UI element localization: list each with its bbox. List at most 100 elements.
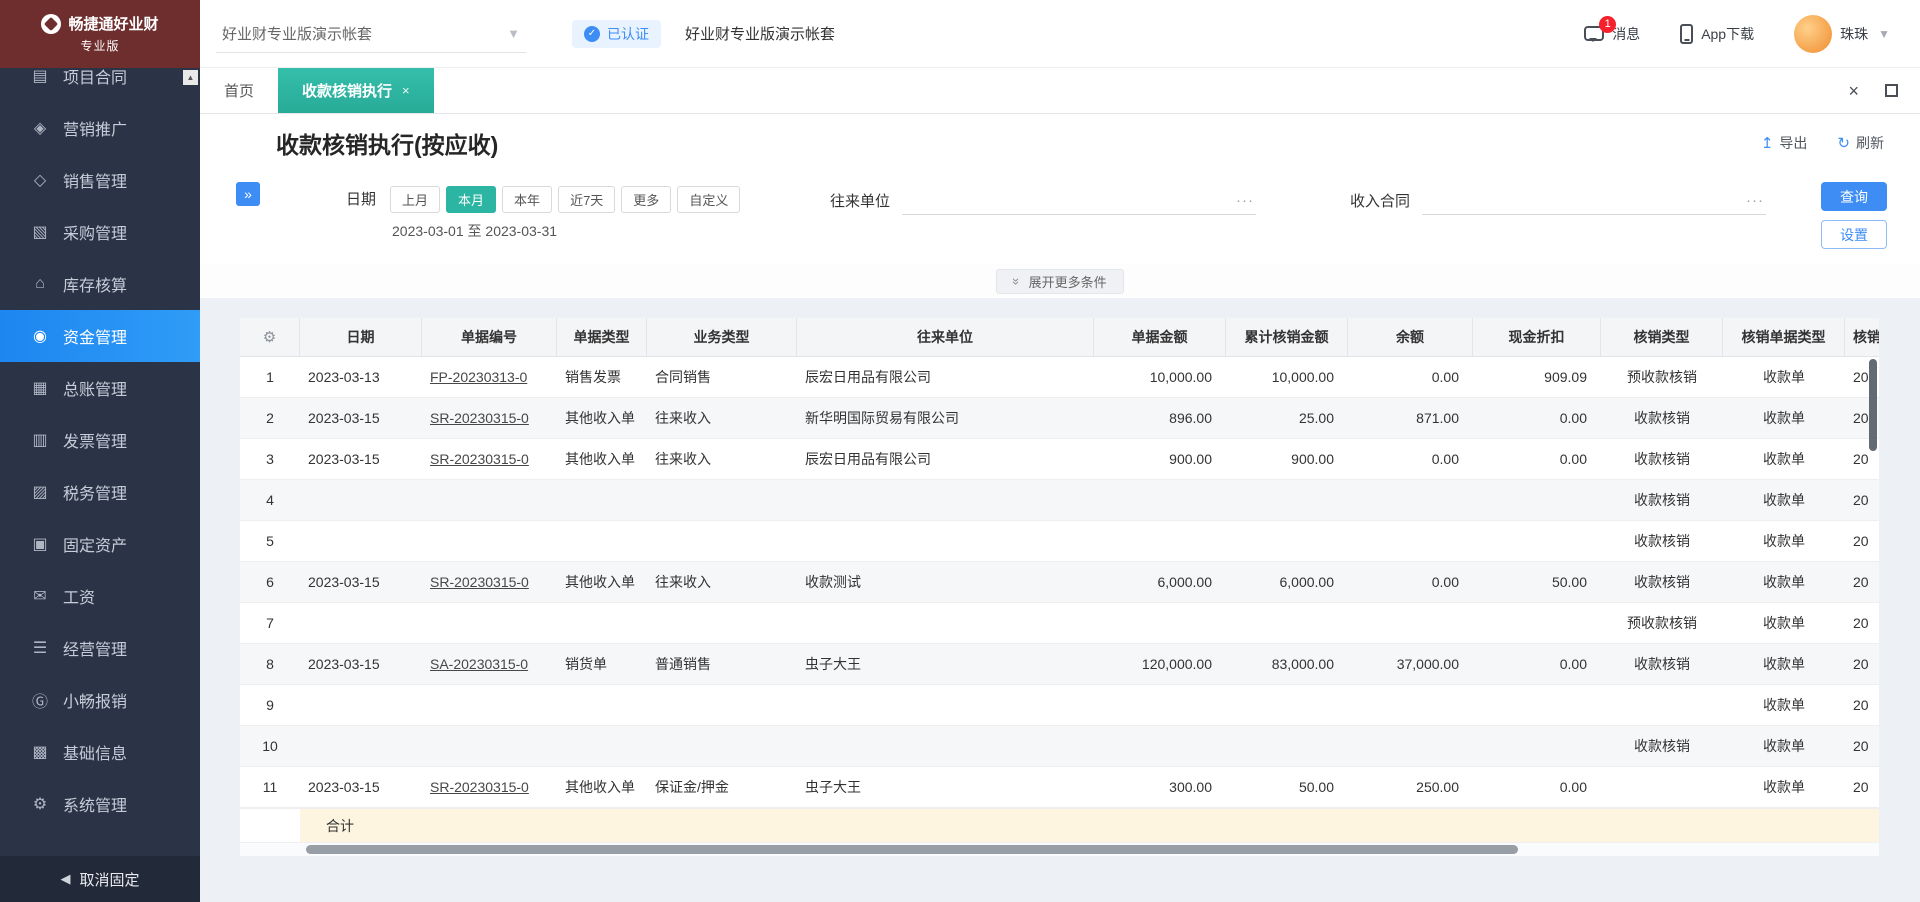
phone-icon (1680, 24, 1693, 44)
cell-wo_type: 收款核销 (1601, 439, 1723, 479)
sidebar-item-general-ledger[interactable]: ▦总账管理 (0, 362, 200, 414)
doc-number-link[interactable]: SA-20230315-0 (430, 656, 528, 672)
column-header[interactable]: 日期 (300, 318, 422, 356)
table-row[interactable]: 7预收款核销收款单20 (240, 603, 1879, 644)
partner-input[interactable]: ··· (902, 188, 1256, 215)
doc-number-link[interactable]: FP-20230313-0 (430, 369, 527, 385)
sidebar-item-operations[interactable]: ☰经营管理 (0, 622, 200, 674)
contract-input[interactable]: ··· (1422, 188, 1766, 215)
sidebar-item-system[interactable]: ⚙系统管理 (0, 778, 200, 830)
table-row[interactable]: 9收款单20 (240, 685, 1879, 726)
sidebar-item-fixed-assets[interactable]: ▣固定资产 (0, 518, 200, 570)
collapse-filters-button[interactable]: » (236, 182, 260, 206)
sidebar-item-sales[interactable]: ◇销售管理 (0, 154, 200, 206)
cell-wo_doc_type: 收款单 (1723, 562, 1845, 602)
date-range-value[interactable]: 2023-03-01 至 2023-03-31 (390, 221, 740, 241)
sidebar-item-expense[interactable]: Ⓖ小畅报销 (0, 674, 200, 726)
cell-extra: 20 (1845, 685, 1879, 725)
maximize-icon[interactable] (1885, 84, 1898, 97)
sales-icon: ◇ (30, 170, 50, 190)
doc-number-link[interactable]: SR-20230315-0 (430, 779, 529, 795)
avatar (1794, 15, 1832, 53)
table-row[interactable]: 112023-03-15SR-20230315-0其他收入单保证金/押金虫子大王… (240, 767, 1879, 808)
cell-balance (1348, 480, 1473, 520)
sidebar-item-tax[interactable]: ▨税务管理 (0, 466, 200, 518)
column-header[interactable]: 单据金额 (1094, 318, 1226, 356)
horizontal-scrollbar[interactable] (240, 842, 1879, 856)
export-button[interactable]: ↥ 导出 (1761, 133, 1808, 153)
date-option-近7天[interactable]: 近7天 (558, 186, 615, 213)
column-header[interactable]: 核销 (1845, 318, 1879, 356)
refresh-label: 刷新 (1856, 133, 1884, 153)
sidebar-item-inventory[interactable]: ⌂库存核算 (0, 258, 200, 310)
sidebar-item-base-info[interactable]: ▩基础信息 (0, 726, 200, 778)
contract-filter-label: 收入合同 (1350, 188, 1410, 215)
tab-receipt-writeoff[interactable]: 收款核销执行 × (278, 68, 434, 113)
query-button[interactable]: 查询 (1821, 182, 1887, 211)
table-row[interactable]: 62023-03-15SR-20230315-0其他收入单往来收入收款测试6,0… (240, 562, 1879, 603)
tab-home[interactable]: 首页 (200, 68, 278, 113)
doc-number-link[interactable]: SR-20230315-0 (430, 451, 529, 467)
cell-amount: 120,000.00 (1094, 644, 1226, 684)
refresh-button[interactable]: ↻ 刷新 (1837, 133, 1884, 153)
app-download-button[interactable]: App下载 (1680, 24, 1754, 44)
column-header[interactable]: 核销单据类型 (1723, 318, 1845, 356)
column-header[interactable]: 现金折扣 (1473, 318, 1601, 356)
cell-written_off: 50.00 (1226, 767, 1348, 807)
column-header[interactable]: 核销类型 (1601, 318, 1723, 356)
expand-more-button[interactable]: » 展开更多条件 (996, 269, 1123, 294)
ellipsis-icon[interactable]: ··· (1236, 192, 1254, 209)
sidebar-item-purchase[interactable]: ▧采购管理 (0, 206, 200, 258)
date-option-自定义[interactable]: 自定义 (677, 186, 740, 213)
date-option-上月[interactable]: 上月 (390, 186, 440, 213)
column-header[interactable]: 单据类型 (557, 318, 647, 356)
table-row[interactable]: 82023-03-15SA-20230315-0销货单普通销售虫子大王120,0… (240, 644, 1879, 685)
column-header[interactable]: 累计核销金额 (1226, 318, 1348, 356)
table-row[interactable]: 22023-03-15SR-20230315-0其他收入单往来收入新华明国际贸易… (240, 398, 1879, 439)
ellipsis-icon[interactable]: ··· (1746, 192, 1764, 209)
horizontal-scrollbar-thumb[interactable] (306, 845, 1518, 854)
vertical-scrollbar-thumb[interactable] (1869, 359, 1877, 451)
cell-written_off: 6,000.00 (1226, 562, 1348, 602)
account-set-select[interactable]: 好业财专业版演示帐套 ▼ (216, 15, 526, 53)
column-header[interactable]: 往来单位 (797, 318, 1094, 356)
doc-number-link[interactable]: SR-20230315-0 (430, 410, 529, 426)
column-header[interactable]: 业务类型 (647, 318, 797, 356)
date-option-本年[interactable]: 本年 (502, 186, 552, 213)
doc-number-link[interactable]: SR-20230315-0 (430, 574, 529, 590)
sidebar-item-funds[interactable]: ◉资金管理 (0, 310, 200, 362)
table-row[interactable]: 4收款核销收款单20 (240, 480, 1879, 521)
gear-icon[interactable]: ⚙ (248, 318, 291, 356)
messages-button[interactable]: 1 消息 (1584, 24, 1640, 44)
cell-wo_type: 收款核销 (1601, 398, 1723, 438)
sidebar-item-project-contract[interactable]: ▤项目合同 (0, 68, 200, 102)
export-icon: ↥ (1761, 134, 1774, 152)
sidebar-item-marketing[interactable]: ◈营销推广 (0, 102, 200, 154)
table-row[interactable]: 12023-03-13FP-20230313-0销售发票合同销售辰宏日用品有限公… (240, 357, 1879, 398)
cell-written_off (1226, 521, 1348, 561)
date-filter-label: 日期 (346, 186, 376, 241)
column-header[interactable]: 单据编号 (422, 318, 557, 356)
settings-button[interactable]: 设置 (1821, 220, 1887, 249)
unpin-button[interactable]: ◀ 取消固定 (0, 856, 200, 902)
cell-balance (1348, 726, 1473, 766)
table-row[interactable]: 32023-03-15SR-20230315-0其他收入单往来收入辰宏日用品有限… (240, 439, 1879, 480)
sidebar-item-invoice[interactable]: ▥发票管理 (0, 414, 200, 466)
sidebar-scroll-up-icon[interactable]: ▲ (183, 70, 198, 85)
table-row[interactable]: 5收款核销收款单20 (240, 521, 1879, 562)
cell-written_off (1226, 480, 1348, 520)
cell-wo_type: 收款核销 (1601, 726, 1723, 766)
cell-wo_type (1601, 685, 1723, 725)
user-menu[interactable]: 珠珠 ▼ (1794, 15, 1890, 53)
close-icon[interactable]: × (1848, 82, 1859, 100)
date-option-更多[interactable]: 更多 (621, 186, 671, 213)
cell-doc_no: SR-20230315-0 (422, 439, 557, 479)
summary-row: 合计 (240, 808, 1879, 842)
column-header[interactable]: 余额 (1348, 318, 1473, 356)
table-row[interactable]: 10收款核销收款单20 (240, 726, 1879, 767)
date-option-本月[interactable]: 本月 (446, 186, 496, 213)
tab-close-icon[interactable]: × (402, 83, 410, 98)
sidebar-item-label: 小畅报销 (63, 688, 127, 712)
row-number: 4 (240, 480, 300, 520)
sidebar-item-payroll[interactable]: ✉工资 (0, 570, 200, 622)
